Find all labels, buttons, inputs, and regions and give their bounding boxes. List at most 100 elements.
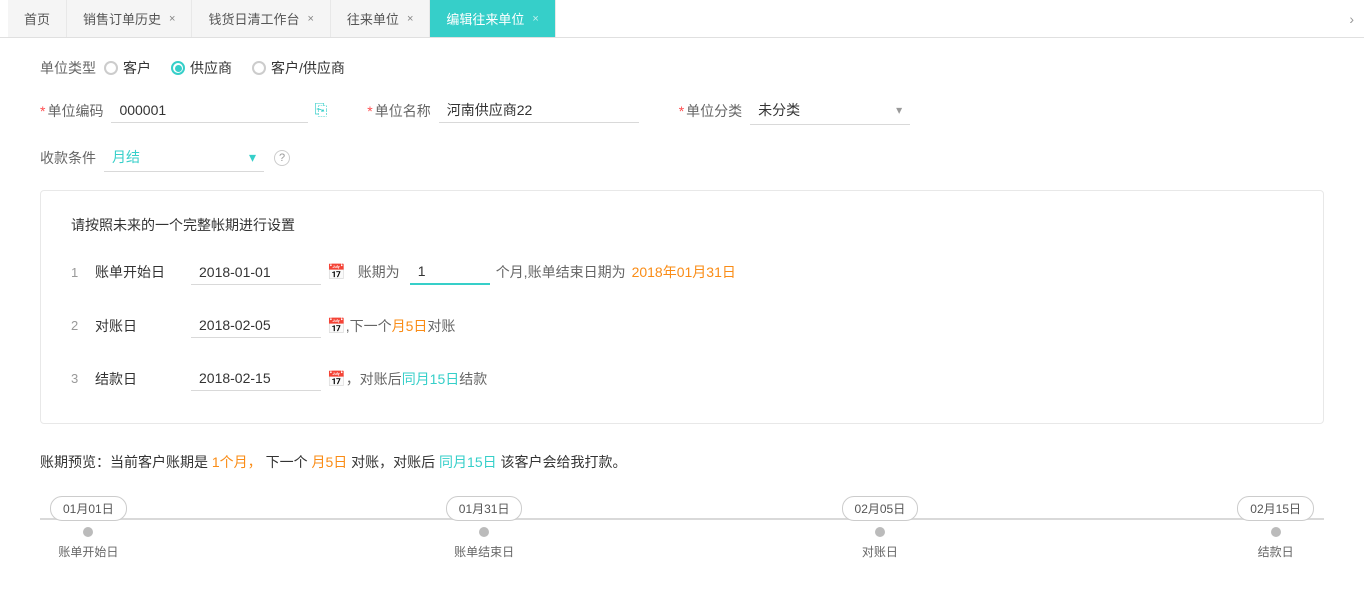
setting-row-3: 3 结款日 📅 ，对账后 同月15日 结款 [71,366,1293,391]
timeline-node: 02月05日对账日 [842,496,919,560]
radio-customer[interactable]: 客户 [104,58,151,78]
tab-contacts[interactable]: 往来单位 × [331,0,430,37]
timeline-label: 结款日 [1258,543,1294,560]
account-end-date-highlight: 2018年01月31日 [632,262,736,282]
radio-both[interactable]: 客户/供应商 [252,58,345,78]
timeline-badge: 01月31日 [446,496,523,521]
timeline-node: 02月15日结款日 [1237,496,1314,560]
reconcile-highlight: 月5日 [392,316,428,336]
payment-chevron-icon: ▾ [249,149,256,166]
tab-label-sales-history: 销售订单历史 [83,9,161,28]
payment-condition-value: 月结 [112,147,140,167]
radio-label-supplier: 供应商 [190,58,232,78]
calendar-icon-2[interactable]: 📅 [327,317,346,335]
tab-edit-contact[interactable]: 编辑往来单位 × [430,0,555,37]
timeline-label: 对账日 [862,543,898,560]
radio-label-customer: 客户 [123,58,151,78]
unit-category-label: 单位分类 [686,101,742,121]
timeline-label: 账单结束日 [454,543,514,560]
tab-label-edit-contact: 编辑往来单位 [446,9,524,28]
preview-prefix: 账期预览：当前客户账期是 [40,454,208,470]
tab-label-contacts: 往来单位 [347,9,399,28]
calendar-icon-1[interactable]: 📅 [327,263,346,281]
timeline-nodes: 01月01日账单开始日 01月31日账单结束日 02月05日对账日 02月15日结款日 [50,496,1314,560]
reconcile-suffix: 对账 [427,316,455,336]
timeline: 01月01日账单开始日 01月31日账单结束日 02月05日对账日 02月15日结款日 [40,496,1324,560]
timeline-badge: 02月15日 [1237,496,1314,521]
setting-num-2: 2 [71,318,95,333]
timeline-dot [83,527,93,537]
timeline-label: 账单开始日 [58,543,118,560]
calendar-icon-3[interactable]: 📅 [327,370,346,388]
tab-home[interactable]: 首页 [8,0,67,37]
timeline-node: 01月01日账单开始日 [50,496,127,560]
settings-title: 请按照未来的一个完整帐期进行设置 [71,215,1293,235]
setting-num-3: 3 [71,371,95,386]
account-start-date[interactable] [191,260,321,285]
unit-category-dropdown[interactable]: 未分类 ▾ [750,96,910,125]
period-prefix-label: 账期为 [358,262,400,282]
payment-condition-row: 收款条件 月结 ▾ ? [40,143,1324,172]
unit-type-label: 单位类型 [40,58,96,78]
payment-condition-dropdown[interactable]: 月结 ▾ [104,143,264,172]
tab-label-home: 首页 [24,9,50,28]
radio-label-both: 客户/供应商 [271,58,345,78]
unit-code-group: * 单位编码 ⎘ [40,98,327,123]
period-input[interactable] [410,259,490,285]
required-star-name: * [367,103,372,119]
payment-suffix: 结款 [459,369,487,389]
required-star-cat: * [679,103,684,119]
payment-date-label: 结款日 [95,369,175,389]
setting-row-1: 1 账单开始日 📅 账期为 个月,账单结束日期为 2018年01月31日 [71,259,1293,285]
unit-fields-row: * 单位编码 ⎘ * 单位名称 * 单位分类 未分类 ▾ [40,96,1324,125]
payment-condition-label: 收款条件 [40,148,96,168]
radio-supplier[interactable]: 供应商 [171,58,232,78]
timeline-dot [1271,527,1281,537]
reconcile-prefix: ,下一个 [346,316,392,336]
timeline-badge: 01月01日 [50,496,127,521]
unit-type-row: 单位类型 客户 供应商 客户/供应商 [40,58,1324,78]
unit-code-input[interactable] [111,98,308,123]
preview-highlight2: 月5日 [311,454,347,470]
required-star-code: * [40,103,45,119]
preview-mid1: 下一个 [266,454,308,470]
tab-close-cashwork[interactable]: × [307,13,313,25]
copy-icon[interactable]: ⎘ [314,102,327,120]
page-content: 单位类型 客户 供应商 客户/供应商 * 单位编码 ⎘ * 单位名称 * 单位分类 … [0,38,1364,608]
preview-suffix: 该客户会给我打款。 [501,454,627,470]
tab-label-cashwork: 钱货日清工作台 [208,9,299,28]
radio-circle-both [252,61,266,75]
tab-close-sales-history[interactable]: × [169,13,175,25]
preview-highlight1: 1个月， [212,454,262,470]
payment-prefix: ，对账后 [346,369,402,389]
timeline-dot [875,527,885,537]
tab-cashwork[interactable]: 钱货日清工作台 × [192,0,330,37]
timeline-dot [479,527,489,537]
preview-text: 账期预览：当前客户账期是 1个月， 下一个 月5日 对账，对账后 同月15日 该… [40,444,1324,472]
chevron-down-icon: ▾ [896,103,902,117]
settings-box: 请按照未来的一个完整帐期进行设置 1 账单开始日 📅 账期为 个月,账单结束日期… [40,190,1324,424]
tab-close-edit-contact[interactable]: × [532,13,538,25]
unit-name-label: 单位名称 [375,101,431,121]
unit-category-group: * 单位分类 未分类 ▾ [679,96,910,125]
unit-category-value: 未分类 [758,100,800,120]
help-icon[interactable]: ? [274,150,290,166]
timeline-badge: 02月05日 [842,496,919,521]
reconcile-date[interactable] [191,313,321,338]
radio-group: 客户 供应商 客户/供应商 [104,58,345,78]
unit-name-input[interactable] [439,98,639,123]
payment-date[interactable] [191,366,321,391]
timeline-node: 01月31日账单结束日 [446,496,523,560]
radio-circle-customer [104,61,118,75]
tab-close-contacts[interactable]: × [407,13,413,25]
radio-circle-supplier [171,61,185,75]
tabs-arrow[interactable]: › [1339,0,1364,37]
tab-sales-history[interactable]: 销售订单历史 × [67,0,192,37]
unit-code-label: 单位编码 [47,101,103,121]
preview-highlight3: 同月15日 [439,454,497,470]
unit-name-group: * 单位名称 [367,98,638,123]
reconcile-label: 对账日 [95,316,175,336]
setting-num-1: 1 [71,265,95,280]
setting-row-2: 2 对账日 📅 ,下一个 月5日 对账 [71,313,1293,338]
preview-mid2: 对账，对账后 [351,454,435,470]
